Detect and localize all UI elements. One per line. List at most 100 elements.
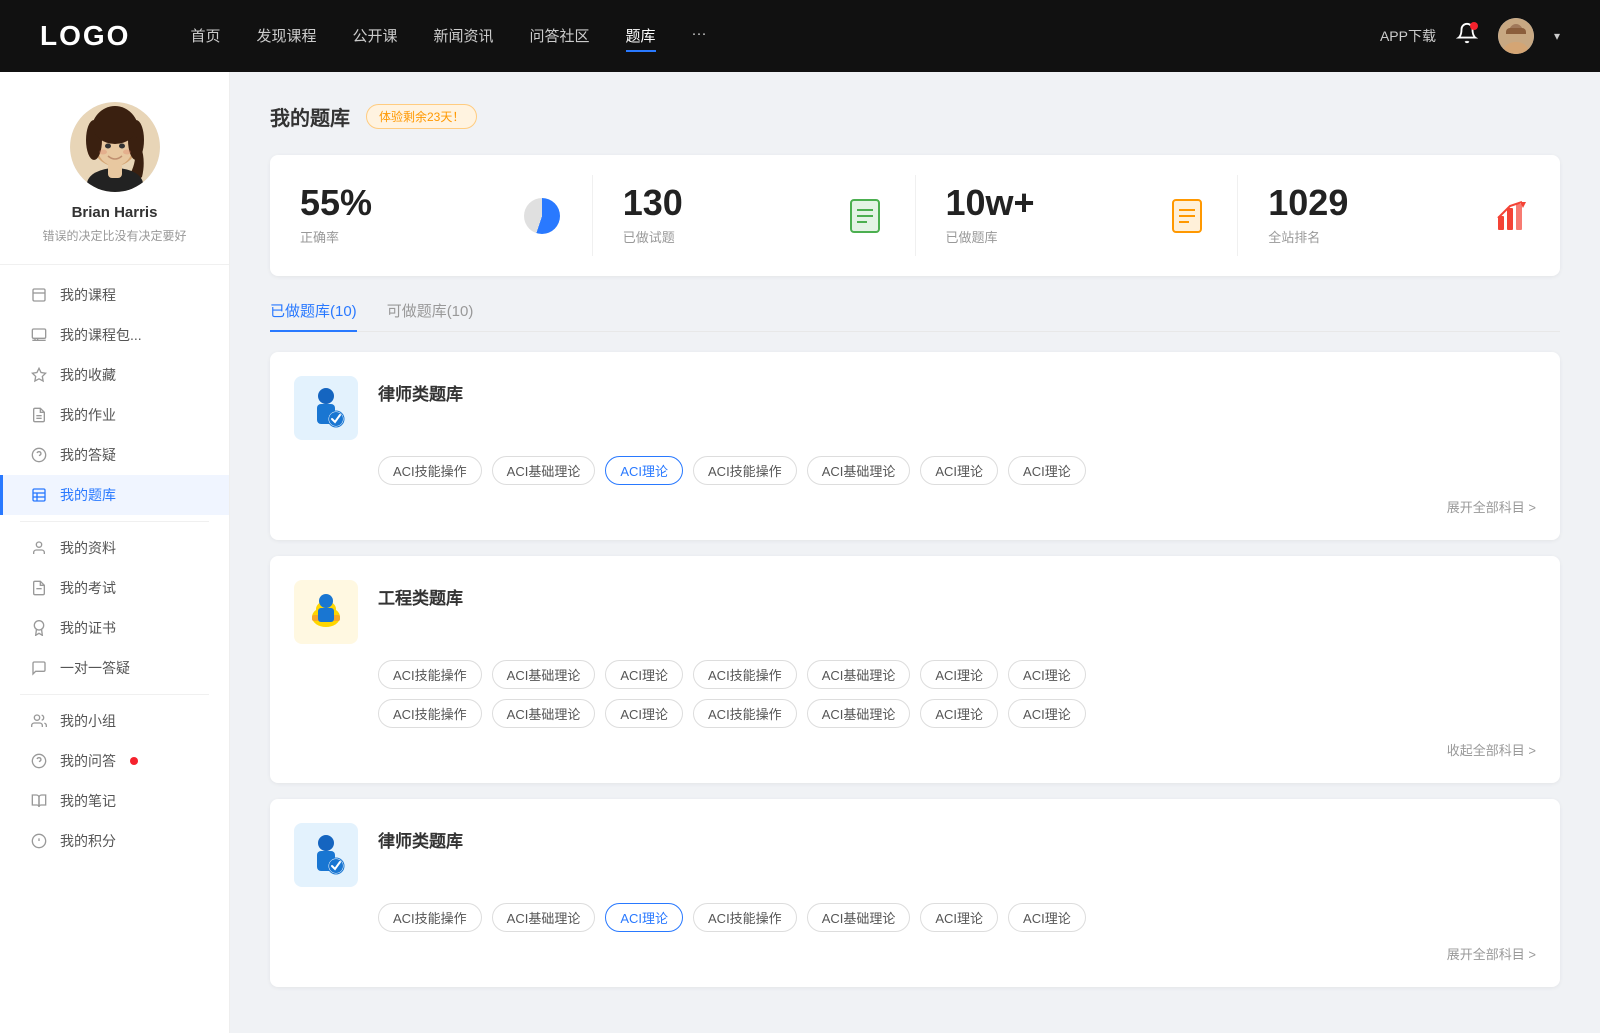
user-dropdown-arrow[interactable]: ▾: [1554, 29, 1560, 43]
tag-engineer-2[interactable]: ACI理论: [605, 660, 683, 689]
qbank-icon-engineer: [294, 580, 358, 644]
sidebar-item-exam[interactable]: 我的考试: [0, 568, 229, 608]
sidebar-item-homework-label: 我的作业: [60, 405, 116, 425]
page-title-row: 我的题库 体验剩余23天！: [270, 102, 1560, 131]
sidebar-item-cert[interactable]: 我的证书: [0, 608, 229, 648]
stat-ranking: 1029 全站排名: [1238, 175, 1560, 256]
nav-qbank[interactable]: 题库: [626, 21, 656, 52]
sidebar-item-points[interactable]: 我的积分: [0, 821, 229, 861]
qbank-title-engineer: 工程类题库: [378, 580, 463, 609]
tag-lawyer-1-3[interactable]: ACI技能操作: [693, 456, 797, 485]
tag-engineer-1[interactable]: ACI基础理论: [492, 660, 596, 689]
tag-lawyer-1-0[interactable]: ACI技能操作: [378, 456, 482, 485]
tag-engineer-r2-0[interactable]: ACI技能操作: [378, 699, 482, 728]
tag-engineer-r2-2[interactable]: ACI理论: [605, 699, 683, 728]
tag-lawyer-1-4[interactable]: ACI基础理论: [807, 456, 911, 485]
tab-done-banks[interactable]: 已做题库(10): [270, 300, 357, 331]
qbank-icon: [30, 486, 48, 504]
sidebar-item-cert-label: 我的证书: [60, 618, 116, 638]
notification-bell[interactable]: [1456, 22, 1478, 50]
qbank-card-engineer: 工程类题库 ACI技能操作 ACI基础理论 ACI理论 ACI技能操作 ACI基…: [270, 556, 1560, 783]
tag-lawyer-1-1[interactable]: ACI基础理论: [492, 456, 596, 485]
sidebar-item-tutor[interactable]: 一对一答疑: [0, 648, 229, 688]
stat-done-banks-label: 已做题库: [946, 227, 1168, 246]
tab-available-banks[interactable]: 可做题库(10): [387, 300, 474, 331]
stat-accuracy-text: 55% 正确率: [300, 185, 522, 246]
favorites-icon: [30, 366, 48, 384]
sidebar-item-points-label: 我的积分: [60, 831, 116, 851]
sidebar-item-profile[interactable]: 我的资料: [0, 528, 229, 568]
tag-engineer-4[interactable]: ACI基础理论: [807, 660, 911, 689]
app-download-link[interactable]: APP下载: [1380, 26, 1436, 46]
sidebar-item-favorites[interactable]: 我的收藏: [0, 355, 229, 395]
tag-lawyer-1-5[interactable]: ACI理论: [920, 456, 998, 485]
sidebar-item-group[interactable]: 我的小组: [0, 701, 229, 741]
sidebar-divider-1: [20, 521, 209, 522]
sidebar-item-tutor-label: 一对一答疑: [60, 658, 130, 678]
nav-courses[interactable]: 发现课程: [256, 21, 316, 52]
tag-engineer-r2-4[interactable]: ACI基础理论: [807, 699, 911, 728]
sidebar-user-avatar[interactable]: [70, 102, 160, 192]
stat-done-banks-value: 10w+: [946, 185, 1168, 221]
sidebar-item-questions[interactable]: 我的问答: [0, 741, 229, 781]
qbank-title-lawyer-1: 律师类题库: [378, 376, 463, 405]
qbank-card-lawyer-1: 律师类题库 ACI技能操作 ACI基础理论 ACI理论 ACI技能操作 ACI基…: [270, 352, 1560, 540]
qbank-footer-lawyer-1: 展开全部科目 >: [294, 497, 1536, 516]
qbank-icon-lawyer-1: [294, 376, 358, 440]
tag-lawyer2-0[interactable]: ACI技能操作: [378, 903, 482, 932]
tag-engineer-5[interactable]: ACI理论: [920, 660, 998, 689]
sidebar-item-my-courses-label: 我的课程: [60, 285, 116, 305]
qa-icon: [30, 446, 48, 464]
tag-engineer-r2-5[interactable]: ACI理论: [920, 699, 998, 728]
nav-news[interactable]: 新闻资讯: [434, 21, 494, 52]
tag-lawyer2-4[interactable]: ACI基础理论: [807, 903, 911, 932]
tag-engineer-0[interactable]: ACI技能操作: [378, 660, 482, 689]
sidebar-item-homework[interactable]: 我的作业: [0, 395, 229, 435]
navbar-menu: 首页 发现课程 公开课 新闻资讯 问答社区 题库 ···: [190, 21, 1380, 52]
sidebar-item-course-package-label: 我的课程包...: [60, 325, 142, 345]
sidebar-item-course-package[interactable]: 我的课程包...: [0, 315, 229, 355]
pie-chart-icon: [524, 198, 560, 234]
user-avatar-nav[interactable]: [1498, 18, 1534, 54]
stat-done-questions-text: 130 已做试题: [623, 185, 845, 246]
stat-done-questions-label: 已做试题: [623, 227, 845, 246]
nav-home[interactable]: 首页: [190, 21, 220, 52]
tag-engineer-r2-1[interactable]: ACI基础理论: [492, 699, 596, 728]
tag-lawyer2-2[interactable]: ACI理论: [605, 903, 683, 932]
sidebar-item-qa[interactable]: 我的答疑: [0, 435, 229, 475]
qbank-tags-engineer-row1: ACI技能操作 ACI基础理论 ACI理论 ACI技能操作 ACI基础理论 AC…: [294, 660, 1536, 689]
tag-engineer-r2-3[interactable]: ACI技能操作: [693, 699, 797, 728]
sidebar-item-my-courses[interactable]: 我的课程: [0, 275, 229, 315]
tag-engineer-6[interactable]: ACI理论: [1008, 660, 1086, 689]
tag-lawyer2-3[interactable]: ACI技能操作: [693, 903, 797, 932]
sidebar-item-notes[interactable]: 我的笔记: [0, 781, 229, 821]
tag-engineer-r2-6[interactable]: ACI理论: [1008, 699, 1086, 728]
sidebar-item-qbank[interactable]: 我的题库: [0, 475, 229, 515]
main-layout: Brian Harris 错误的决定比没有决定要好 我的课程 我的课程包...: [0, 72, 1600, 1033]
nav-open-course[interactable]: 公开课: [352, 21, 397, 52]
tag-lawyer2-1[interactable]: ACI基础理论: [492, 903, 596, 932]
sidebar-user-motto: 错误的决定比没有决定要好: [22, 227, 206, 244]
tag-lawyer-1-6[interactable]: ACI理论: [1008, 456, 1086, 485]
expand-lawyer-1[interactable]: 展开全部科目 >: [1447, 497, 1536, 516]
navbar: LOGO 首页 发现课程 公开课 新闻资讯 问答社区 题库 ··· APP下载: [0, 0, 1600, 72]
tag-lawyer2-5[interactable]: ACI理论: [920, 903, 998, 932]
questions-icon: [30, 752, 48, 770]
stat-accuracy-icon: [522, 196, 562, 236]
sidebar-item-questions-label: 我的问答: [60, 751, 116, 771]
sidebar: Brian Harris 错误的决定比没有决定要好 我的课程 我的课程包...: [0, 72, 230, 1033]
stat-accuracy: 55% 正确率: [270, 175, 593, 256]
nav-qa[interactable]: 问答社区: [530, 21, 590, 52]
collapse-engineer[interactable]: 收起全部科目 >: [1447, 740, 1536, 759]
sidebar-item-qa-label: 我的答疑: [60, 445, 116, 465]
navbar-right: APP下载 ▾: [1380, 18, 1560, 54]
sidebar-item-profile-label: 我的资料: [60, 538, 116, 558]
stat-done-questions-icon: [845, 196, 885, 236]
nav-more[interactable]: ···: [692, 21, 707, 52]
expand-lawyer-2[interactable]: 展开全部科目 >: [1447, 944, 1536, 963]
tag-engineer-3[interactable]: ACI技能操作: [693, 660, 797, 689]
tag-lawyer-1-2[interactable]: ACI理论: [605, 456, 683, 485]
tag-lawyer2-6[interactable]: ACI理论: [1008, 903, 1086, 932]
bell-notification-dot: [1470, 22, 1478, 30]
stat-ranking-value: 1029: [1268, 185, 1490, 221]
